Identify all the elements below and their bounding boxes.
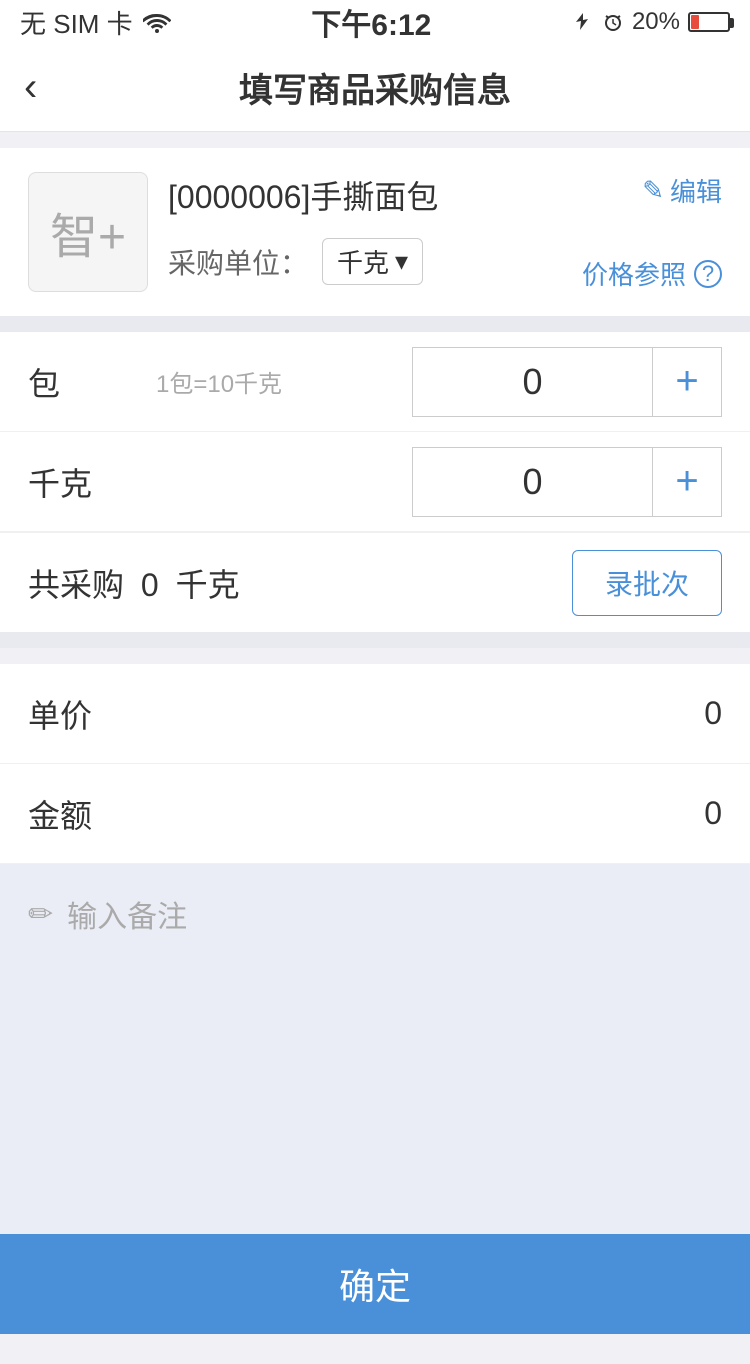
product-card: 智+ [0000006]手撕面包 采购单位： 千克 ▾ ✎ 编辑 价格参照 ?: [0, 148, 750, 316]
help-icon: ?: [694, 260, 722, 288]
pack-label: 包: [28, 359, 148, 405]
edit-label: 编辑: [670, 172, 722, 209]
product-name: [0000006]手撕面包: [168, 172, 722, 218]
summary-amount: 0: [141, 567, 159, 603]
amount-value: 0: [704, 795, 722, 832]
status-bar: 无 SIM 卡 下午6:12 20%: [0, 0, 750, 44]
kg-label: 千克: [28, 459, 148, 505]
unit-price-value: 0: [704, 695, 722, 732]
pack-input-group: +: [412, 347, 722, 417]
amount-label: 金额: [28, 791, 92, 837]
kg-input-group: +: [412, 447, 722, 517]
main-spacer: [0, 964, 750, 1264]
pack-quantity-input[interactable]: [412, 347, 652, 417]
unit-price-label: 单价: [28, 691, 92, 737]
product-thumbnail: 智+: [28, 172, 148, 292]
summary-prefix: 共采购: [28, 567, 124, 603]
location-icon: [572, 11, 594, 33]
confirm-button[interactable]: 确定: [0, 1234, 750, 1334]
price-ref-button[interactable]: 价格参照 ?: [582, 255, 722, 292]
pencil-icon: ✏: [28, 897, 53, 932]
back-button[interactable]: ‹: [24, 65, 37, 110]
status-right: 20%: [572, 8, 730, 36]
pack-plus-button[interactable]: +: [652, 347, 722, 417]
summary-text: 共采购 0 千克: [28, 560, 240, 606]
kg-quantity-input[interactable]: [412, 447, 652, 517]
unit-dropdown[interactable]: 千克 ▾: [322, 238, 423, 285]
kg-plus-button[interactable]: +: [652, 447, 722, 517]
amount-row: 金额 0: [0, 764, 750, 864]
record-batch-button[interactable]: 录批次: [572, 550, 722, 616]
product-thumb-text: 智+: [50, 197, 126, 267]
edit-icon: ✎: [642, 175, 664, 206]
pack-input-row: 包 1包=10千克 +: [0, 332, 750, 432]
status-left: 无 SIM 卡: [20, 4, 171, 41]
note-section[interactable]: ✏ 输入备注: [0, 864, 750, 964]
page-title: 填写商品采购信息: [239, 63, 511, 112]
dropdown-arrow-icon: ▾: [395, 246, 408, 277]
unit-price-row: 单价 0: [0, 664, 750, 764]
unit-value: 千克: [337, 243, 389, 280]
nav-bar: ‹ 填写商品采购信息: [0, 44, 750, 132]
edit-button[interactable]: ✎ 编辑: [642, 172, 722, 209]
battery-text: 20%: [632, 8, 680, 36]
note-placeholder: 输入备注: [67, 892, 187, 936]
battery-icon: [688, 12, 730, 32]
status-time: 下午6:12: [311, 0, 431, 44]
detail-section: 单价 0 金额 0: [0, 664, 750, 864]
summary-row: 共采购 0 千克 录批次: [0, 532, 750, 632]
input-section: 包 1包=10千克 + 千克 +: [0, 332, 750, 532]
price-ref-label: 价格参照: [582, 255, 686, 292]
section-divider-2: [0, 632, 750, 648]
unit-label: 采购单位：: [168, 242, 308, 282]
summary-unit: 千克: [176, 567, 240, 603]
wifi-icon: [143, 11, 171, 33]
section-divider-1: [0, 316, 750, 332]
pack-sublabel: 1包=10千克: [156, 364, 282, 399]
sim-status: 无 SIM 卡: [20, 4, 133, 41]
kg-input-row: 千克 +: [0, 432, 750, 532]
alarm-icon: [602, 11, 624, 33]
